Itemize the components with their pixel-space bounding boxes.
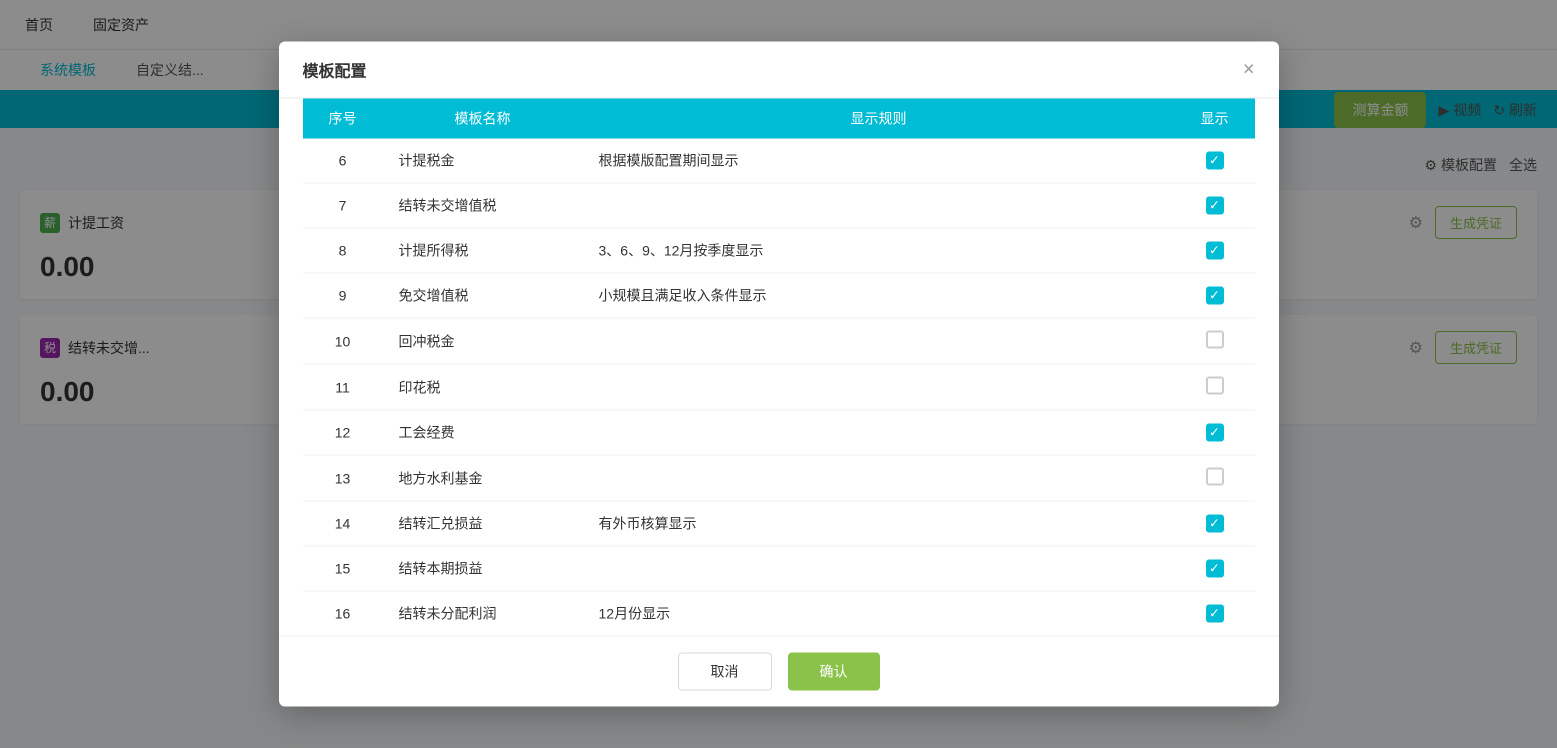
checkbox-unchecked[interactable] [1206,331,1224,349]
modal-body: 序号 模板名称 显示规则 显示 6计提税金根据模版配置期间显示✓7结转未交增值税… [279,99,1279,636]
table-row: 13地方水利基金 [303,455,1255,501]
cell-id: 7 [303,183,383,228]
checkbox-checked[interactable]: ✓ [1206,605,1224,623]
cell-checkbox[interactable] [1175,318,1255,364]
cell-name: 印花税 [383,364,583,410]
checkbox-checked[interactable]: ✓ [1206,515,1224,533]
cell-rule: 3、6、9、12月按季度显示 [583,228,1175,273]
modal-header: 模板配置 × [279,42,1279,99]
cell-name: 计提税金 [383,139,583,184]
cell-id: 6 [303,139,383,184]
checkbox-checked[interactable]: ✓ [1206,560,1224,578]
table-row: 9免交增值税小规模且满足收入条件显示 ✓ [303,273,1255,318]
cell-checkbox[interactable]: ✓ [1175,183,1255,228]
checkbox-checked[interactable]: ✓ [1206,287,1224,305]
cell-checkbox[interactable] [1175,455,1255,501]
confirm-button[interactable]: 确认 [788,653,880,691]
cell-name: 地方水利基金 [383,455,583,501]
table-row: 10回冲税金 [303,318,1255,364]
cell-id: 15 [303,546,383,591]
cell-checkbox[interactable]: ✓ [1175,228,1255,273]
cell-id: 9 [303,273,383,318]
table-row: 11印花税 [303,364,1255,410]
cell-id: 8 [303,228,383,273]
modal-template-config: 模板配置 × 序号 模板名称 显示规则 显示 6计提税金根据模版配置期间显示✓7… [279,42,1279,707]
table-row: 16结转未分配利润12月份显示 ✓ [303,591,1255,636]
checkbox-checked[interactable]: ✓ [1206,424,1224,442]
cell-id: 14 [303,501,383,546]
modal-close-button[interactable]: × [1243,60,1255,80]
cell-name: 免交增值税 [383,273,583,318]
modal-footer: 取消 确认 [279,636,1279,707]
cell-name: 结转本期损益 [383,546,583,591]
cell-name: 回冲税金 [383,318,583,364]
cell-checkbox[interactable]: ✓ [1175,546,1255,591]
cell-rule [583,455,1175,501]
cell-rule: 根据模版配置期间显示 [583,139,1175,184]
cell-rule [583,318,1175,364]
cell-rule [583,546,1175,591]
col-header-rule: 显示规则 [583,99,1175,139]
table-row: 14结转汇兑损益有外币核算显示 ✓ [303,501,1255,546]
checkbox-checked[interactable]: ✓ [1206,152,1224,170]
cell-id: 10 [303,318,383,364]
table-row: 12工会经费 ✓ [303,410,1255,455]
table-row: 7结转未交增值税 ✓ [303,183,1255,228]
config-table: 序号 模板名称 显示规则 显示 6计提税金根据模版配置期间显示✓7结转未交增值税… [303,99,1255,636]
cell-checkbox[interactable]: ✓ [1175,273,1255,318]
table-wrapper: 序号 模板名称 显示规则 显示 6计提税金根据模版配置期间显示✓7结转未交增值税… [303,99,1255,636]
table-row: 6计提税金根据模版配置期间显示 ✓ [303,139,1255,184]
checkbox-unchecked[interactable] [1206,377,1224,395]
cell-checkbox[interactable]: ✓ [1175,501,1255,546]
cell-id: 11 [303,364,383,410]
table-body: 6计提税金根据模版配置期间显示✓7结转未交增值税✓8计提所得税3、6、9、12月… [303,139,1255,636]
checkbox-checked[interactable]: ✓ [1206,242,1224,260]
modal-title: 模板配置 [303,58,367,82]
cell-name: 工会经费 [383,410,583,455]
cell-rule: 12月份显示 [583,591,1175,636]
cell-id: 16 [303,591,383,636]
cancel-button[interactable]: 取消 [678,653,772,691]
cell-name: 结转汇兑损益 [383,501,583,546]
cell-name: 结转未分配利润 [383,591,583,636]
cell-checkbox[interactable]: ✓ [1175,139,1255,184]
col-header-id: 序号 [303,99,383,139]
cell-id: 13 [303,455,383,501]
cell-id: 12 [303,410,383,455]
checkbox-unchecked[interactable] [1206,468,1224,486]
cell-checkbox[interactable]: ✓ [1175,410,1255,455]
cell-name: 结转未交增值税 [383,183,583,228]
col-header-name: 模板名称 [383,99,583,139]
table-row: 8计提所得税3、6、9、12月按季度显示 ✓ [303,228,1255,273]
cell-rule: 小规模且满足收入条件显示 [583,273,1175,318]
cell-rule [583,364,1175,410]
table-row: 15结转本期损益 ✓ [303,546,1255,591]
table-header: 序号 模板名称 显示规则 显示 [303,99,1255,139]
cell-name: 计提所得税 [383,228,583,273]
cell-rule: 有外币核算显示 [583,501,1175,546]
col-header-show: 显示 [1175,99,1255,139]
cell-checkbox[interactable] [1175,364,1255,410]
cell-rule [583,183,1175,228]
checkbox-checked[interactable]: ✓ [1206,197,1224,215]
cell-checkbox[interactable]: ✓ [1175,591,1255,636]
cell-rule [583,410,1175,455]
